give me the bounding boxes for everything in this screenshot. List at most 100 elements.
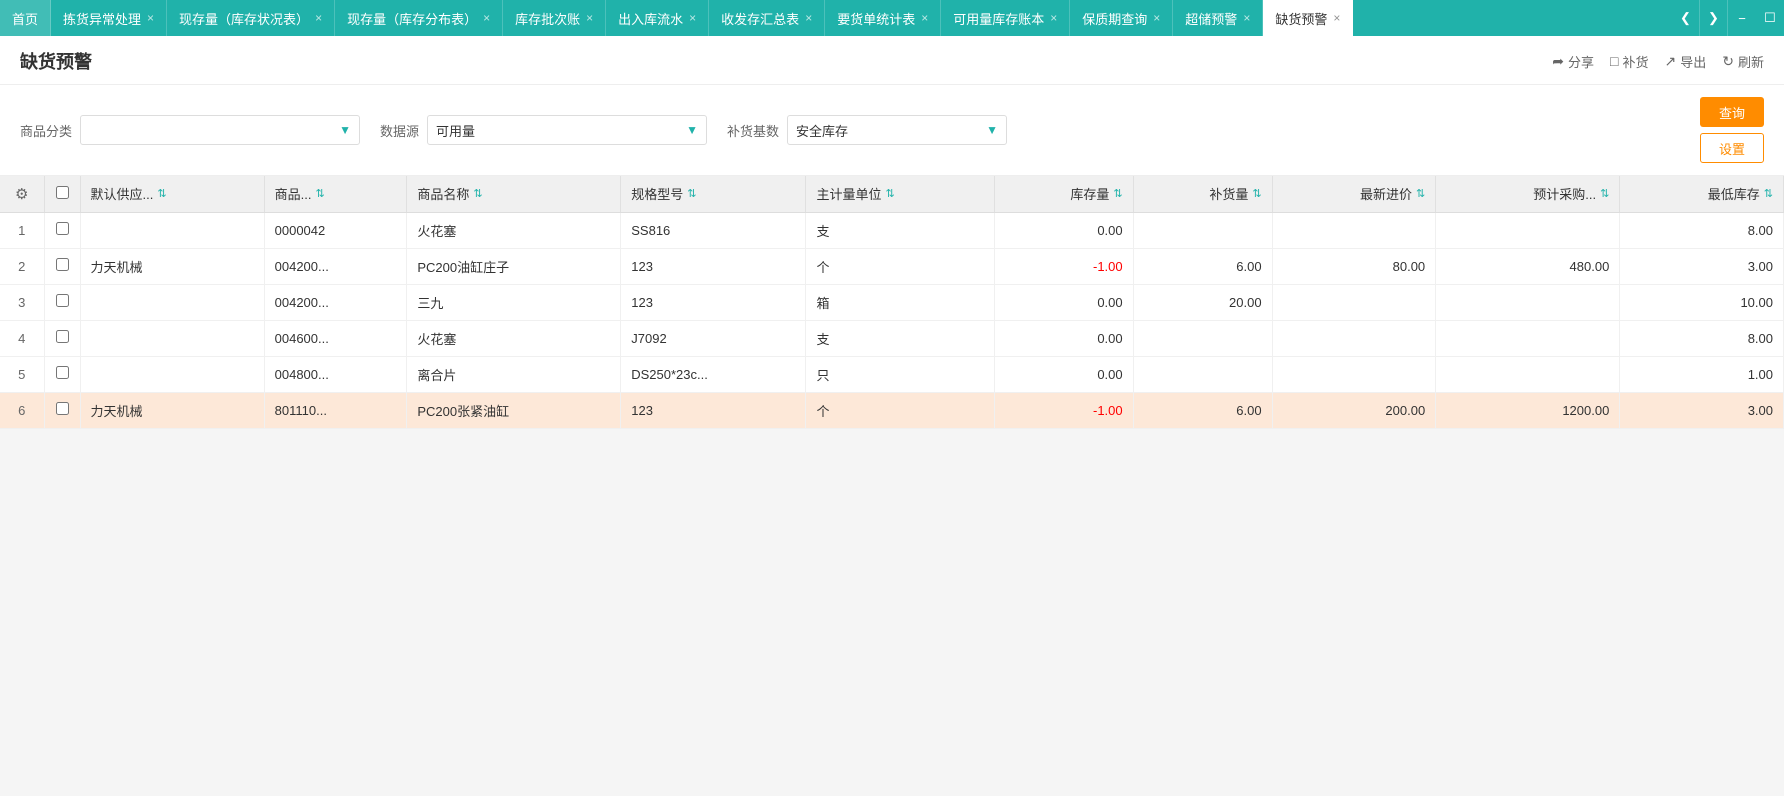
tab-2[interactable]: 现存量（库存状况表） × [167, 0, 335, 36]
data-source-select[interactable]: 可用量 ▼ [427, 115, 707, 145]
replenishment-base-select[interactable]: 安全库存 ▼ [787, 115, 1007, 145]
export-icon: ↗ [1665, 53, 1677, 70]
tab-7-close[interactable]: × [921, 11, 928, 25]
row-checkbox-6[interactable] [44, 392, 80, 428]
row-checkbox-4[interactable] [44, 320, 80, 356]
gear-settings-icon[interactable]: ⚙ [15, 186, 28, 203]
th-pred[interactable]: 预计采购... ⇅ [1436, 176, 1620, 212]
th-repl-sort-icon: ⇅ [1252, 187, 1261, 200]
tab-1-label: 拣货异常处理 [63, 9, 141, 28]
row-pred-1 [1436, 212, 1620, 248]
tab-bar: 首页 拣货异常处理 × 现存量（库存状况表） × 现存量（库存分布表） × 库存… [0, 0, 1784, 36]
tab-11[interactable]: 缺货预警 × [1263, 0, 1353, 36]
tab-maximize-button[interactable]: ☐ [1756, 0, 1784, 36]
tab-3-close[interactable]: × [483, 11, 490, 25]
tab-9-close[interactable]: × [1153, 11, 1160, 25]
tab-6[interactable]: 收发存汇总表 × [709, 0, 825, 36]
row-check-6[interactable] [56, 402, 69, 415]
th-code[interactable]: 商品... ⇅ [264, 176, 407, 212]
th-stock[interactable]: 库存量 ⇅ [994, 176, 1133, 212]
refresh-button[interactable]: ↻ 刷新 [1722, 52, 1764, 71]
tab-8-close[interactable]: × [1050, 11, 1057, 25]
table-row[interactable]: 3 004200... 三九 123 箱 0.00 20.00 10.00 [0, 284, 1784, 320]
supplement-label: 补货 [1622, 52, 1648, 71]
table-row[interactable]: 1 0000042 火花塞 SS816 支 0.00 8.00 [0, 212, 1784, 248]
table-row[interactable]: 6 力天机械 801110... PC200张紧油缸 123 个 -1.00 6… [0, 392, 1784, 428]
table-body: 1 0000042 火花塞 SS816 支 0.00 8.00 2 力天机械 0… [0, 212, 1784, 428]
row-stock-6: -1.00 [994, 392, 1133, 428]
tab-6-close[interactable]: × [805, 11, 812, 25]
table-row[interactable]: 2 力天机械 004200... PC200油缸庄子 123 个 -1.00 6… [0, 248, 1784, 284]
row-minstock-3: 10.00 [1620, 284, 1784, 320]
tab-1[interactable]: 拣货异常处理 × [51, 0, 167, 36]
th-minstock[interactable]: 最低库存 ⇅ [1620, 176, 1784, 212]
share-button[interactable]: ➦ 分享 [1552, 52, 1594, 71]
row-spec-1: SS816 [621, 212, 806, 248]
row-stock-5: 0.00 [994, 356, 1133, 392]
replenishment-base-group: 补货基数 安全库存 ▼ [727, 115, 1007, 145]
row-check-1[interactable] [56, 222, 69, 235]
tab-10[interactable]: 超储预警 × [1173, 0, 1263, 36]
row-num-4: 4 [0, 320, 44, 356]
tab-5-close[interactable]: × [689, 11, 696, 25]
tab-minimize-button[interactable]: − [1728, 0, 1756, 36]
th-minstock-sort-icon: ⇅ [1764, 187, 1773, 200]
row-check-3[interactable] [56, 294, 69, 307]
tab-8-label: 可用量库存账本 [953, 9, 1044, 28]
row-checkbox-3[interactable] [44, 284, 80, 320]
th-name[interactable]: 商品名称 ⇅ [407, 176, 621, 212]
th-spec[interactable]: 规格型号 ⇅ [621, 176, 806, 212]
row-num-1: 1 [0, 212, 44, 248]
th-stock-sort-icon: ⇅ [1113, 187, 1122, 200]
filter-bar: 商品分类 ▼ 数据源 可用量 ▼ 补货基数 安全库存 ▼ 查询 设置 [0, 85, 1784, 176]
row-code-4: 004600... [264, 320, 407, 356]
row-check-5[interactable] [56, 366, 69, 379]
row-code-2: 004200... [264, 248, 407, 284]
tab-4-label: 库存批次账 [515, 9, 580, 28]
th-pred-sort-icon: ⇅ [1600, 187, 1609, 200]
row-supplier-4 [80, 320, 264, 356]
th-repl[interactable]: 补货量 ⇅ [1133, 176, 1272, 212]
th-price[interactable]: 最新进价 ⇅ [1272, 176, 1436, 212]
tab-3-label: 现存量（库存分布表） [347, 9, 477, 28]
table-row[interactable]: 4 004600... 火花塞 J7092 支 0.00 8.00 [0, 320, 1784, 356]
tab-5-label: 出入库流水 [618, 9, 683, 28]
supplement-button[interactable]: □ 补货 [1610, 52, 1648, 71]
row-checkbox-2[interactable] [44, 248, 80, 284]
th-gear: ⚙ [0, 176, 44, 212]
row-checkbox-1[interactable] [44, 212, 80, 248]
product-category-select[interactable]: ▼ [80, 115, 360, 145]
row-name-4: 火花塞 [407, 320, 621, 356]
th-supplier[interactable]: 默认供应... ⇅ [80, 176, 264, 212]
replenishment-base-label: 补货基数 [727, 121, 779, 140]
row-pred-6: 1200.00 [1436, 392, 1620, 428]
tab-8[interactable]: 可用量库存账本 × [941, 0, 1070, 36]
row-checkbox-5[interactable] [44, 356, 80, 392]
tab-5[interactable]: 出入库流水 × [606, 0, 709, 36]
th-code-label: 商品... [275, 184, 312, 203]
tab-4-close[interactable]: × [586, 11, 593, 25]
tab-next-button[interactable]: ❯ [1700, 0, 1728, 36]
select-all-checkbox[interactable] [56, 186, 69, 199]
tab-11-close[interactable]: × [1333, 11, 1340, 25]
tab-10-close[interactable]: × [1243, 11, 1250, 25]
tab-9[interactable]: 保质期查询 × [1070, 0, 1173, 36]
data-source-value: 可用量 [436, 121, 475, 140]
tab-1-close[interactable]: × [147, 11, 154, 25]
th-unit[interactable]: 主计量单位 ⇅ [806, 176, 994, 212]
settings-button[interactable]: 设置 [1700, 133, 1764, 163]
th-price-label: 最新进价 [1360, 184, 1412, 203]
row-check-4[interactable] [56, 330, 69, 343]
th-name-sort-icon: ⇅ [473, 187, 482, 200]
row-minstock-4: 8.00 [1620, 320, 1784, 356]
tab-prev-button[interactable]: ❮ [1672, 0, 1700, 36]
table-row[interactable]: 5 004800... 离合片 DS250*23c... 只 0.00 1.00 [0, 356, 1784, 392]
export-button[interactable]: ↗ 导出 [1665, 52, 1707, 71]
tab-3[interactable]: 现存量（库存分布表） × [335, 0, 503, 36]
row-check-2[interactable] [56, 258, 69, 271]
tab-home[interactable]: 首页 [0, 0, 51, 36]
tab-4[interactable]: 库存批次账 × [503, 0, 606, 36]
tab-2-close[interactable]: × [315, 11, 322, 25]
tab-7[interactable]: 要货单统计表 × [825, 0, 941, 36]
query-button[interactable]: 查询 [1700, 97, 1764, 127]
